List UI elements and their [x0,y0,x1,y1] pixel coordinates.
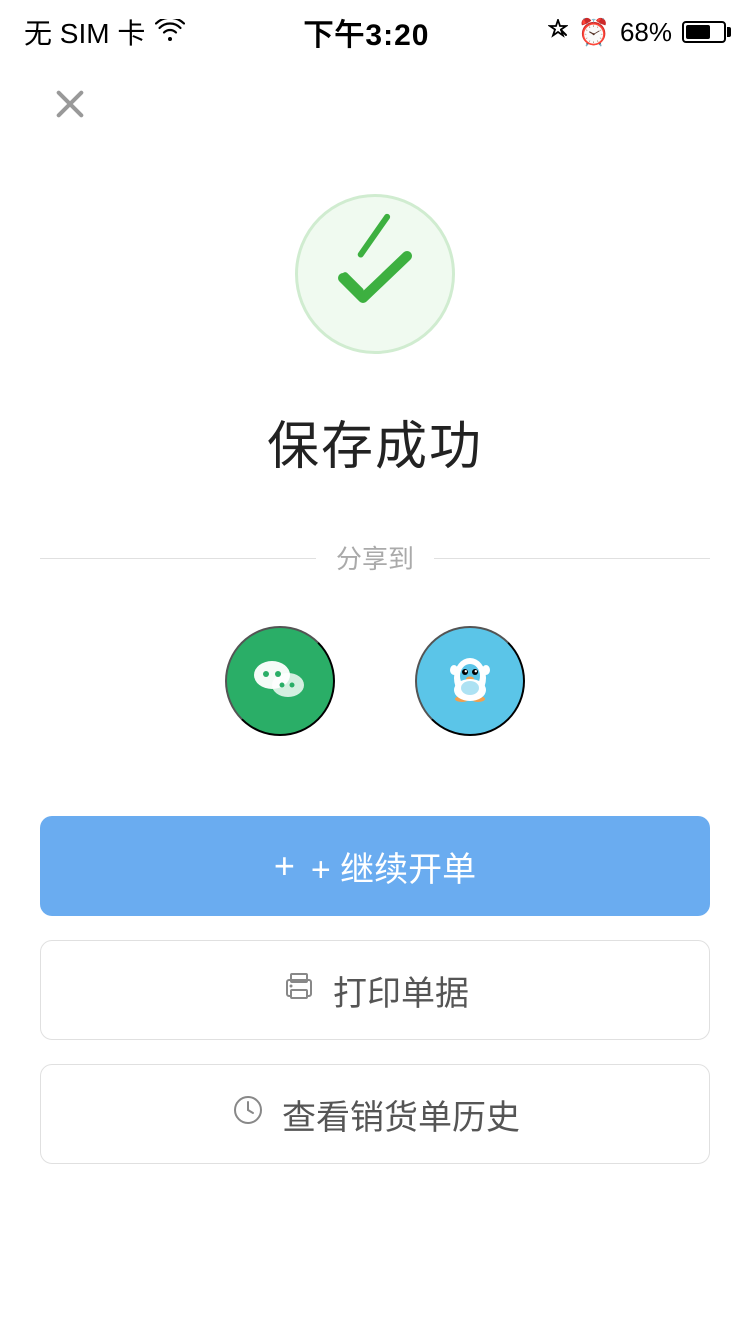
battery-bar [682,21,726,43]
history-button[interactable]: 查看销货单历史 [40,1064,710,1164]
status-time: 下午3:20 [303,10,429,54]
status-left: 无 SIM 卡 [24,12,185,52]
action-buttons: + + 继续开单 打印单据 查看销货单历史 [40,816,710,1164]
location-icon [548,17,568,48]
alarm-icon: ⏰ [578,17,610,48]
history-label: 查看销货单历史 [282,1090,520,1139]
carrier-text: 无 SIM 卡 [24,12,145,52]
continue-button[interactable]: + + 继续开单 [40,816,710,916]
wechat-icon [250,655,310,708]
status-bar: 无 SIM 卡 下午3:20 ⏰ 68% [0,0,750,64]
print-button[interactable]: 打印单据 [40,940,710,1040]
qq-share-button[interactable] [415,626,525,736]
share-icons [225,626,525,736]
qq-icon [440,650,500,713]
close-icon [50,84,90,124]
success-title: 保存成功 [267,404,483,479]
share-section: 分享到 [40,539,710,576]
battery-fill [686,25,710,39]
plus-icon: + [274,845,295,887]
continue-label: + 继续开单 [311,842,476,891]
print-icon [281,968,317,1013]
checkmark-icon [335,244,415,304]
print-label: 打印单据 [333,966,469,1015]
wechat-share-button[interactable] [225,626,335,736]
battery-percent: 68% [620,17,672,48]
status-right: ⏰ 68% [548,17,726,48]
close-button[interactable] [40,74,100,134]
history-icon [230,1092,266,1137]
share-label: 分享到 [316,539,434,576]
main-content: 保存成功 分享到 [0,134,750,1334]
wifi-icon [155,16,185,48]
success-circle [295,194,455,354]
